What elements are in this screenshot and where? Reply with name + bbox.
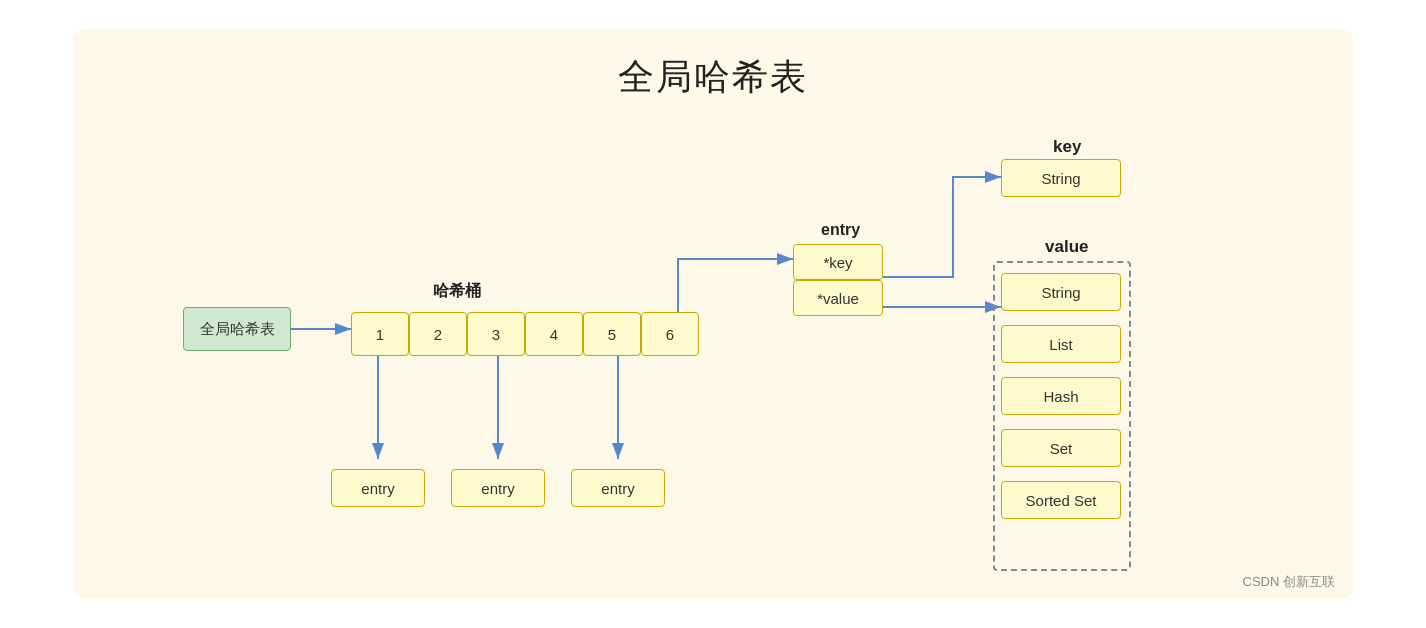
page-container: 全局哈希表 全局哈希表: [0, 0, 1426, 628]
entry-key-box: *key: [793, 244, 883, 280]
footer: CSDN 创新互联: [1243, 573, 1335, 591]
value-string-box: String: [1001, 273, 1121, 311]
bucket-2: 2: [409, 312, 467, 356]
bucket-6: 6: [641, 312, 699, 356]
key-label: key: [1053, 137, 1081, 157]
bucket-1: 1: [351, 312, 409, 356]
value-sortedset-box: Sorted Set: [1001, 481, 1121, 519]
value-label: value: [1045, 237, 1088, 257]
entry-box-1: entry: [331, 469, 425, 507]
entry-box-2: entry: [451, 469, 545, 507]
entry-value-box: *value: [793, 280, 883, 316]
value-hash-box: Hash: [1001, 377, 1121, 415]
bucket-4: 4: [525, 312, 583, 356]
global-hashtable-box: 全局哈希表: [183, 307, 291, 351]
bucket-3: 3: [467, 312, 525, 356]
value-list-box: List: [1001, 325, 1121, 363]
diagram-background: 全局哈希表 全局哈希表: [73, 29, 1353, 599]
hash-buckets-label: 哈希桶: [433, 281, 481, 302]
entry-box-3: entry: [571, 469, 665, 507]
entry-top-label: entry: [821, 221, 860, 239]
bucket-5: 5: [583, 312, 641, 356]
key-string-box: String: [1001, 159, 1121, 197]
value-set-box: Set: [1001, 429, 1121, 467]
page-title: 全局哈希表: [73, 29, 1353, 102]
